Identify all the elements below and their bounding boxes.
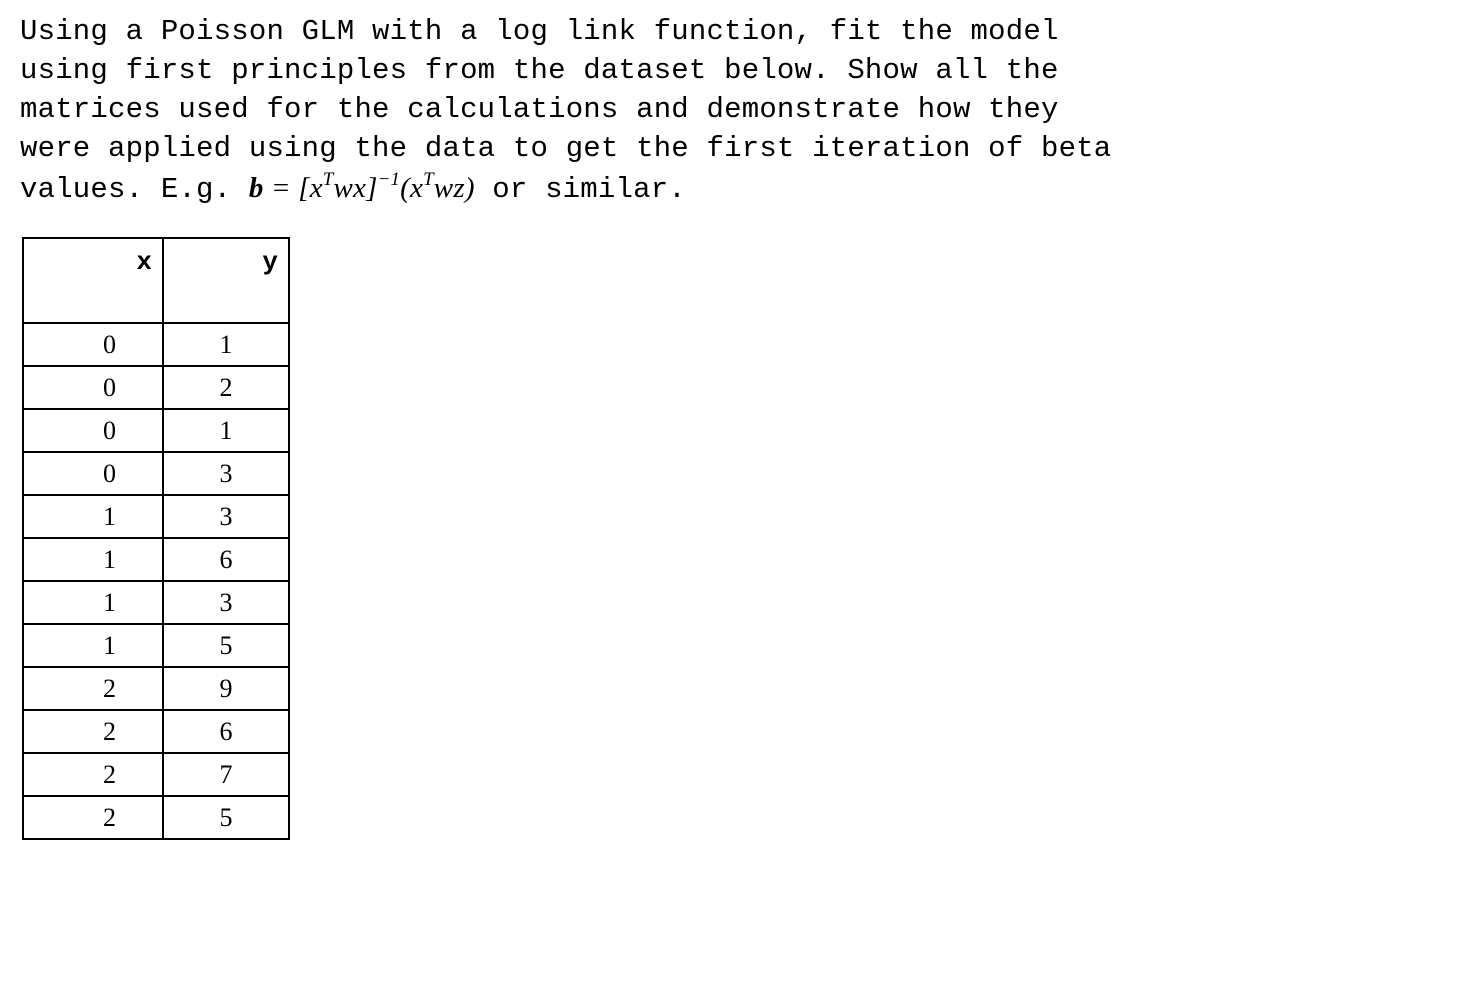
- formula-x1: x: [310, 172, 323, 204]
- formula-paren-close: ): [465, 172, 475, 204]
- page-root: Using a Poisson GLM with a log link func…: [0, 0, 1468, 860]
- formula-b: b: [249, 172, 264, 204]
- cell-y: 5: [163, 796, 289, 839]
- table-row: 0 2: [23, 366, 289, 409]
- cell-x: 2: [23, 753, 163, 796]
- cell-y: 3: [163, 581, 289, 624]
- formula-paren-open: (: [400, 172, 410, 204]
- formula-wx: wx: [333, 172, 366, 204]
- table-row: 1 5: [23, 624, 289, 667]
- formula-open-bracket: [: [298, 172, 310, 204]
- cell-y: 1: [163, 323, 289, 366]
- line5-prefix: values. E.g.: [20, 173, 249, 206]
- table-row: 2 5: [23, 796, 289, 839]
- table-row: 0 1: [23, 409, 289, 452]
- table-row: 1 3: [23, 495, 289, 538]
- table-row: 1 3: [23, 581, 289, 624]
- cell-y: 6: [163, 710, 289, 753]
- formula-transpose-2: T: [423, 169, 434, 190]
- cell-x: 0: [23, 366, 163, 409]
- cell-x: 2: [23, 667, 163, 710]
- problem-statement: Using a Poisson GLM with a log link func…: [20, 12, 1448, 209]
- cell-x: 0: [23, 409, 163, 452]
- formula-transpose-1: T: [323, 169, 334, 190]
- cell-x: 2: [23, 796, 163, 839]
- cell-y: 3: [163, 452, 289, 495]
- problem-line-2: using first principles from the dataset …: [20, 54, 1059, 87]
- cell-x: 2: [23, 710, 163, 753]
- problem-line-5: values. E.g. b = [xTwx]−1(xTwz) or simil…: [20, 173, 686, 206]
- header-x: x: [23, 238, 163, 323]
- cell-y: 5: [163, 624, 289, 667]
- table-row: 2 9: [23, 667, 289, 710]
- cell-y: 3: [163, 495, 289, 538]
- line5-suffix: or similar.: [475, 173, 686, 206]
- table-header: x y: [23, 238, 289, 323]
- cell-x: 1: [23, 624, 163, 667]
- cell-y: 6: [163, 538, 289, 581]
- cell-x: 1: [23, 495, 163, 538]
- table-row: 2 7: [23, 753, 289, 796]
- cell-x: 0: [23, 452, 163, 495]
- problem-line-4: were applied using the data to get the f…: [20, 132, 1111, 165]
- formula-x2: x: [410, 172, 423, 204]
- formula-close-bracket: ]: [366, 172, 378, 204]
- data-table: x y 0 1 0 2 0 1 0 3 1 3: [22, 237, 290, 840]
- table-body: 0 1 0 2 0 1 0 3 1 3 1 6: [23, 323, 289, 839]
- table-row: 2 6: [23, 710, 289, 753]
- cell-y: 2: [163, 366, 289, 409]
- formula-wz: wz: [434, 172, 465, 204]
- cell-x: 1: [23, 581, 163, 624]
- problem-line-1: Using a Poisson GLM with a log link func…: [20, 15, 1059, 48]
- header-y: y: [163, 238, 289, 323]
- cell-y: 7: [163, 753, 289, 796]
- formula-equals: =: [264, 172, 299, 204]
- table-row: 1 6: [23, 538, 289, 581]
- formula-inverse: −1: [378, 169, 401, 190]
- cell-y: 1: [163, 409, 289, 452]
- table-row: 0 3: [23, 452, 289, 495]
- formula-expression: b = [xTwx]−1(xTwz): [249, 172, 475, 204]
- table-row: 0 1: [23, 323, 289, 366]
- cell-x: 0: [23, 323, 163, 366]
- table-header-row: x y: [23, 238, 289, 323]
- cell-y: 9: [163, 667, 289, 710]
- problem-line-3: matrices used for the calculations and d…: [20, 93, 1059, 126]
- cell-x: 1: [23, 538, 163, 581]
